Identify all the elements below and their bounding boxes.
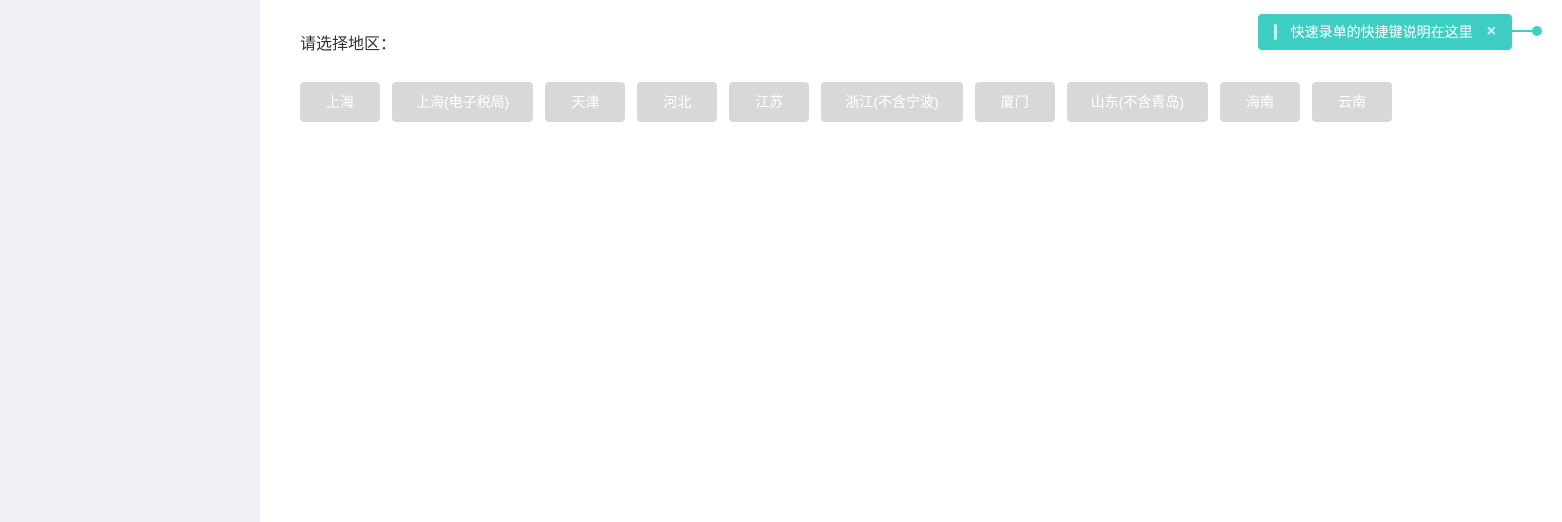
tooltip-line <box>1510 30 1532 32</box>
tooltip-text: 快速录单的快捷键说明在这里 <box>1291 22 1473 42</box>
tooltip-left-bar <box>1274 24 1277 40</box>
tooltip-dot <box>1532 26 1542 36</box>
main-content: 请选择地区： 上海上海(电子税局)天津河北江苏浙江(不含宁波)厦门山东(不含青岛… <box>260 0 1562 522</box>
region-buttons: 上海上海(电子税局) 天津河北江苏浙江(不含宁波) 厦门山东(不含青岛) 海南云南 <box>300 82 1522 122</box>
tooltip-close-button[interactable]: × <box>1487 23 1496 41</box>
region-button-xiamen[interactable]: 厦门 <box>975 82 1055 122</box>
region-button-jiangsu[interactable]: 江苏 <box>729 82 809 122</box>
region-button-shanghai[interactable]: 上海 <box>300 82 380 122</box>
region-button-yunnan[interactable]: 云南 <box>1312 82 1392 122</box>
region-button-shandong[interactable]: 山东(不含青岛) <box>1067 82 1208 122</box>
region-button-hebei[interactable]: 河北 <box>637 82 717 122</box>
left-sidebar <box>0 0 260 522</box>
region-button-shanghai-etax[interactable]: 上海(电子税局) <box>392 82 533 122</box>
region-button-tianjin[interactable]: 天津 <box>545 82 625 122</box>
tooltip-banner: 快速录单的快捷键说明在这里 × <box>1258 14 1512 50</box>
region-button-zhejiang[interactable]: 浙江(不含宁波) <box>821 82 962 122</box>
region-button-hainan[interactable]: 海南 <box>1220 82 1300 122</box>
